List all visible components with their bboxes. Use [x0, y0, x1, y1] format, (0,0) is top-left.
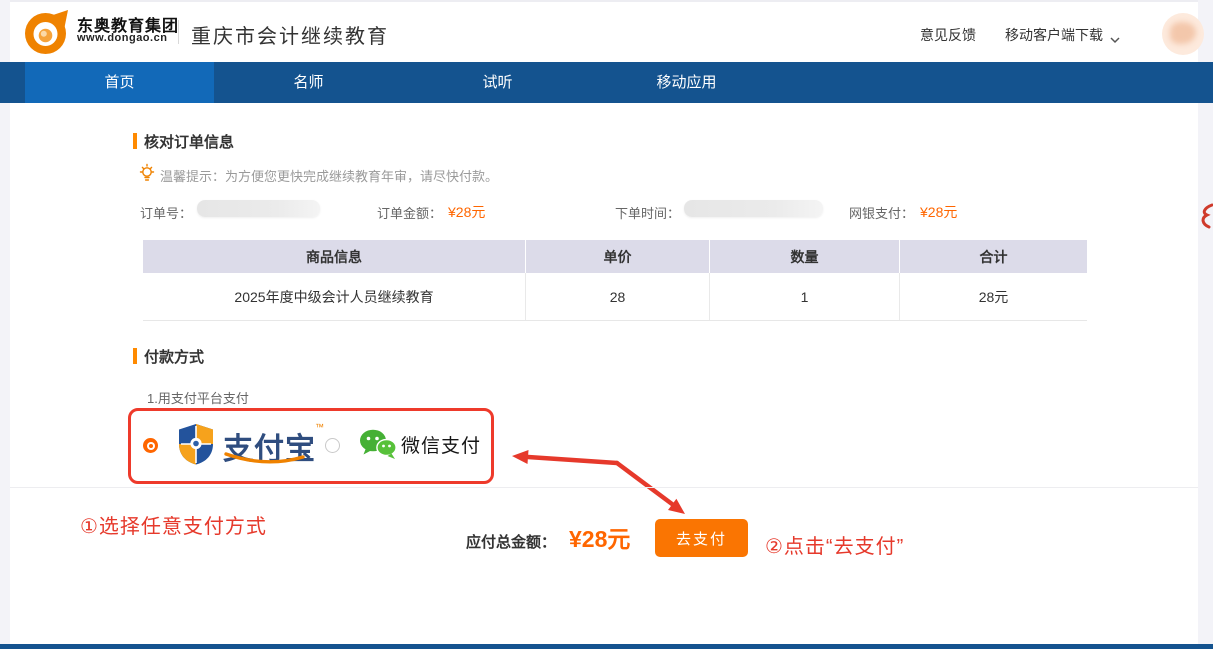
- order-table: 商品信息 单价 数量 合计 2025年度中级会计人员继续教育 28 1 28元: [143, 240, 1087, 321]
- main-nav: 首页 名师 试听 移动应用: [0, 62, 1213, 103]
- site-title: 重庆市会计继续教育: [191, 20, 389, 49]
- order-section-title: 核对订单信息: [144, 131, 234, 152]
- download-link[interactable]: 移动客户端下载: [1005, 25, 1103, 45]
- alipay-swoosh: [224, 451, 306, 467]
- order-amount-label: 订单金额：: [377, 203, 442, 222]
- section-bar: [133, 348, 137, 364]
- cell-product-name: 2025年度中级会计人员继续教育: [143, 273, 525, 320]
- total-due-label: 应付总金额：: [466, 531, 556, 552]
- table-header-row: 商品信息 单价 数量 合计: [143, 240, 1087, 273]
- table-row: 2025年度中级会计人员继续教育 28 1 28元: [143, 273, 1087, 321]
- go-pay-button[interactable]: 去支付: [655, 519, 748, 557]
- clipped-red-annotation: [1200, 202, 1213, 230]
- bank-pay-label: 网银支付：: [849, 203, 914, 222]
- tab-mobile-app[interactable]: 移动应用: [592, 62, 781, 103]
- section-bar: [133, 133, 137, 149]
- page: 东奥教育集团 www.dongao.cn 重庆市会计继续教育 意见反馈 移动客户…: [0, 0, 1213, 649]
- dongao-logo-icon[interactable]: [24, 9, 70, 55]
- annotation-step2: ②点击“去支付”: [765, 530, 904, 559]
- annotation-step1: ①选择任意支付方式: [80, 510, 267, 539]
- payment-subtitle: 1.用支付平台支付: [147, 388, 249, 407]
- col-total: 合计: [899, 240, 1087, 273]
- cell-unit-price: 28: [525, 273, 709, 320]
- avatar-image: [1170, 22, 1196, 44]
- order-time-redacted-value: [684, 200, 823, 217]
- col-quantity: 数量: [709, 240, 899, 273]
- col-unit-price: 单价: [525, 240, 709, 273]
- header-divider: [178, 20, 179, 44]
- order-tip: 温馨提示：为方便您更快完成继续教育年审，请尽快付款。: [160, 166, 498, 185]
- order-time-label: 下单时间：: [615, 203, 680, 222]
- brand-url[interactable]: www.dongao.cn: [77, 32, 167, 44]
- wechat-pay-label[interactable]: 微信支付: [401, 431, 481, 458]
- order-amount-value: ¥28元: [448, 202, 485, 222]
- tab-home[interactable]: 首页: [25, 62, 214, 103]
- payment-section-title: 付款方式: [144, 346, 204, 367]
- alipay-shield-icon[interactable]: [177, 423, 215, 465]
- total-due-value: ¥28元: [569, 520, 630, 554]
- footer-bar: [0, 644, 1213, 649]
- avatar[interactable]: [1162, 13, 1204, 55]
- bank-pay-value: ¥28元: [920, 202, 957, 222]
- tab-teachers[interactable]: 名师: [214, 62, 403, 103]
- order-no-redacted-value: [197, 200, 320, 217]
- col-product-info: 商品信息: [143, 240, 525, 273]
- cell-quantity: 1: [709, 273, 899, 320]
- section-divider: [10, 487, 1198, 488]
- cell-total: 28元: [899, 273, 1087, 320]
- alipay-trademark: ™: [315, 422, 324, 432]
- feedback-link[interactable]: 意见反馈: [920, 25, 976, 45]
- wechat-radio[interactable]: [325, 438, 340, 453]
- order-no-label: 订单号：: [140, 203, 192, 222]
- chevron-down-icon[interactable]: [1110, 31, 1120, 37]
- alipay-radio[interactable]: [143, 438, 158, 453]
- wechat-icon[interactable]: [359, 428, 397, 460]
- tab-audition[interactable]: 试听: [403, 62, 592, 103]
- annotation-arrow: [495, 443, 705, 528]
- lightbulb-icon: [139, 163, 155, 183]
